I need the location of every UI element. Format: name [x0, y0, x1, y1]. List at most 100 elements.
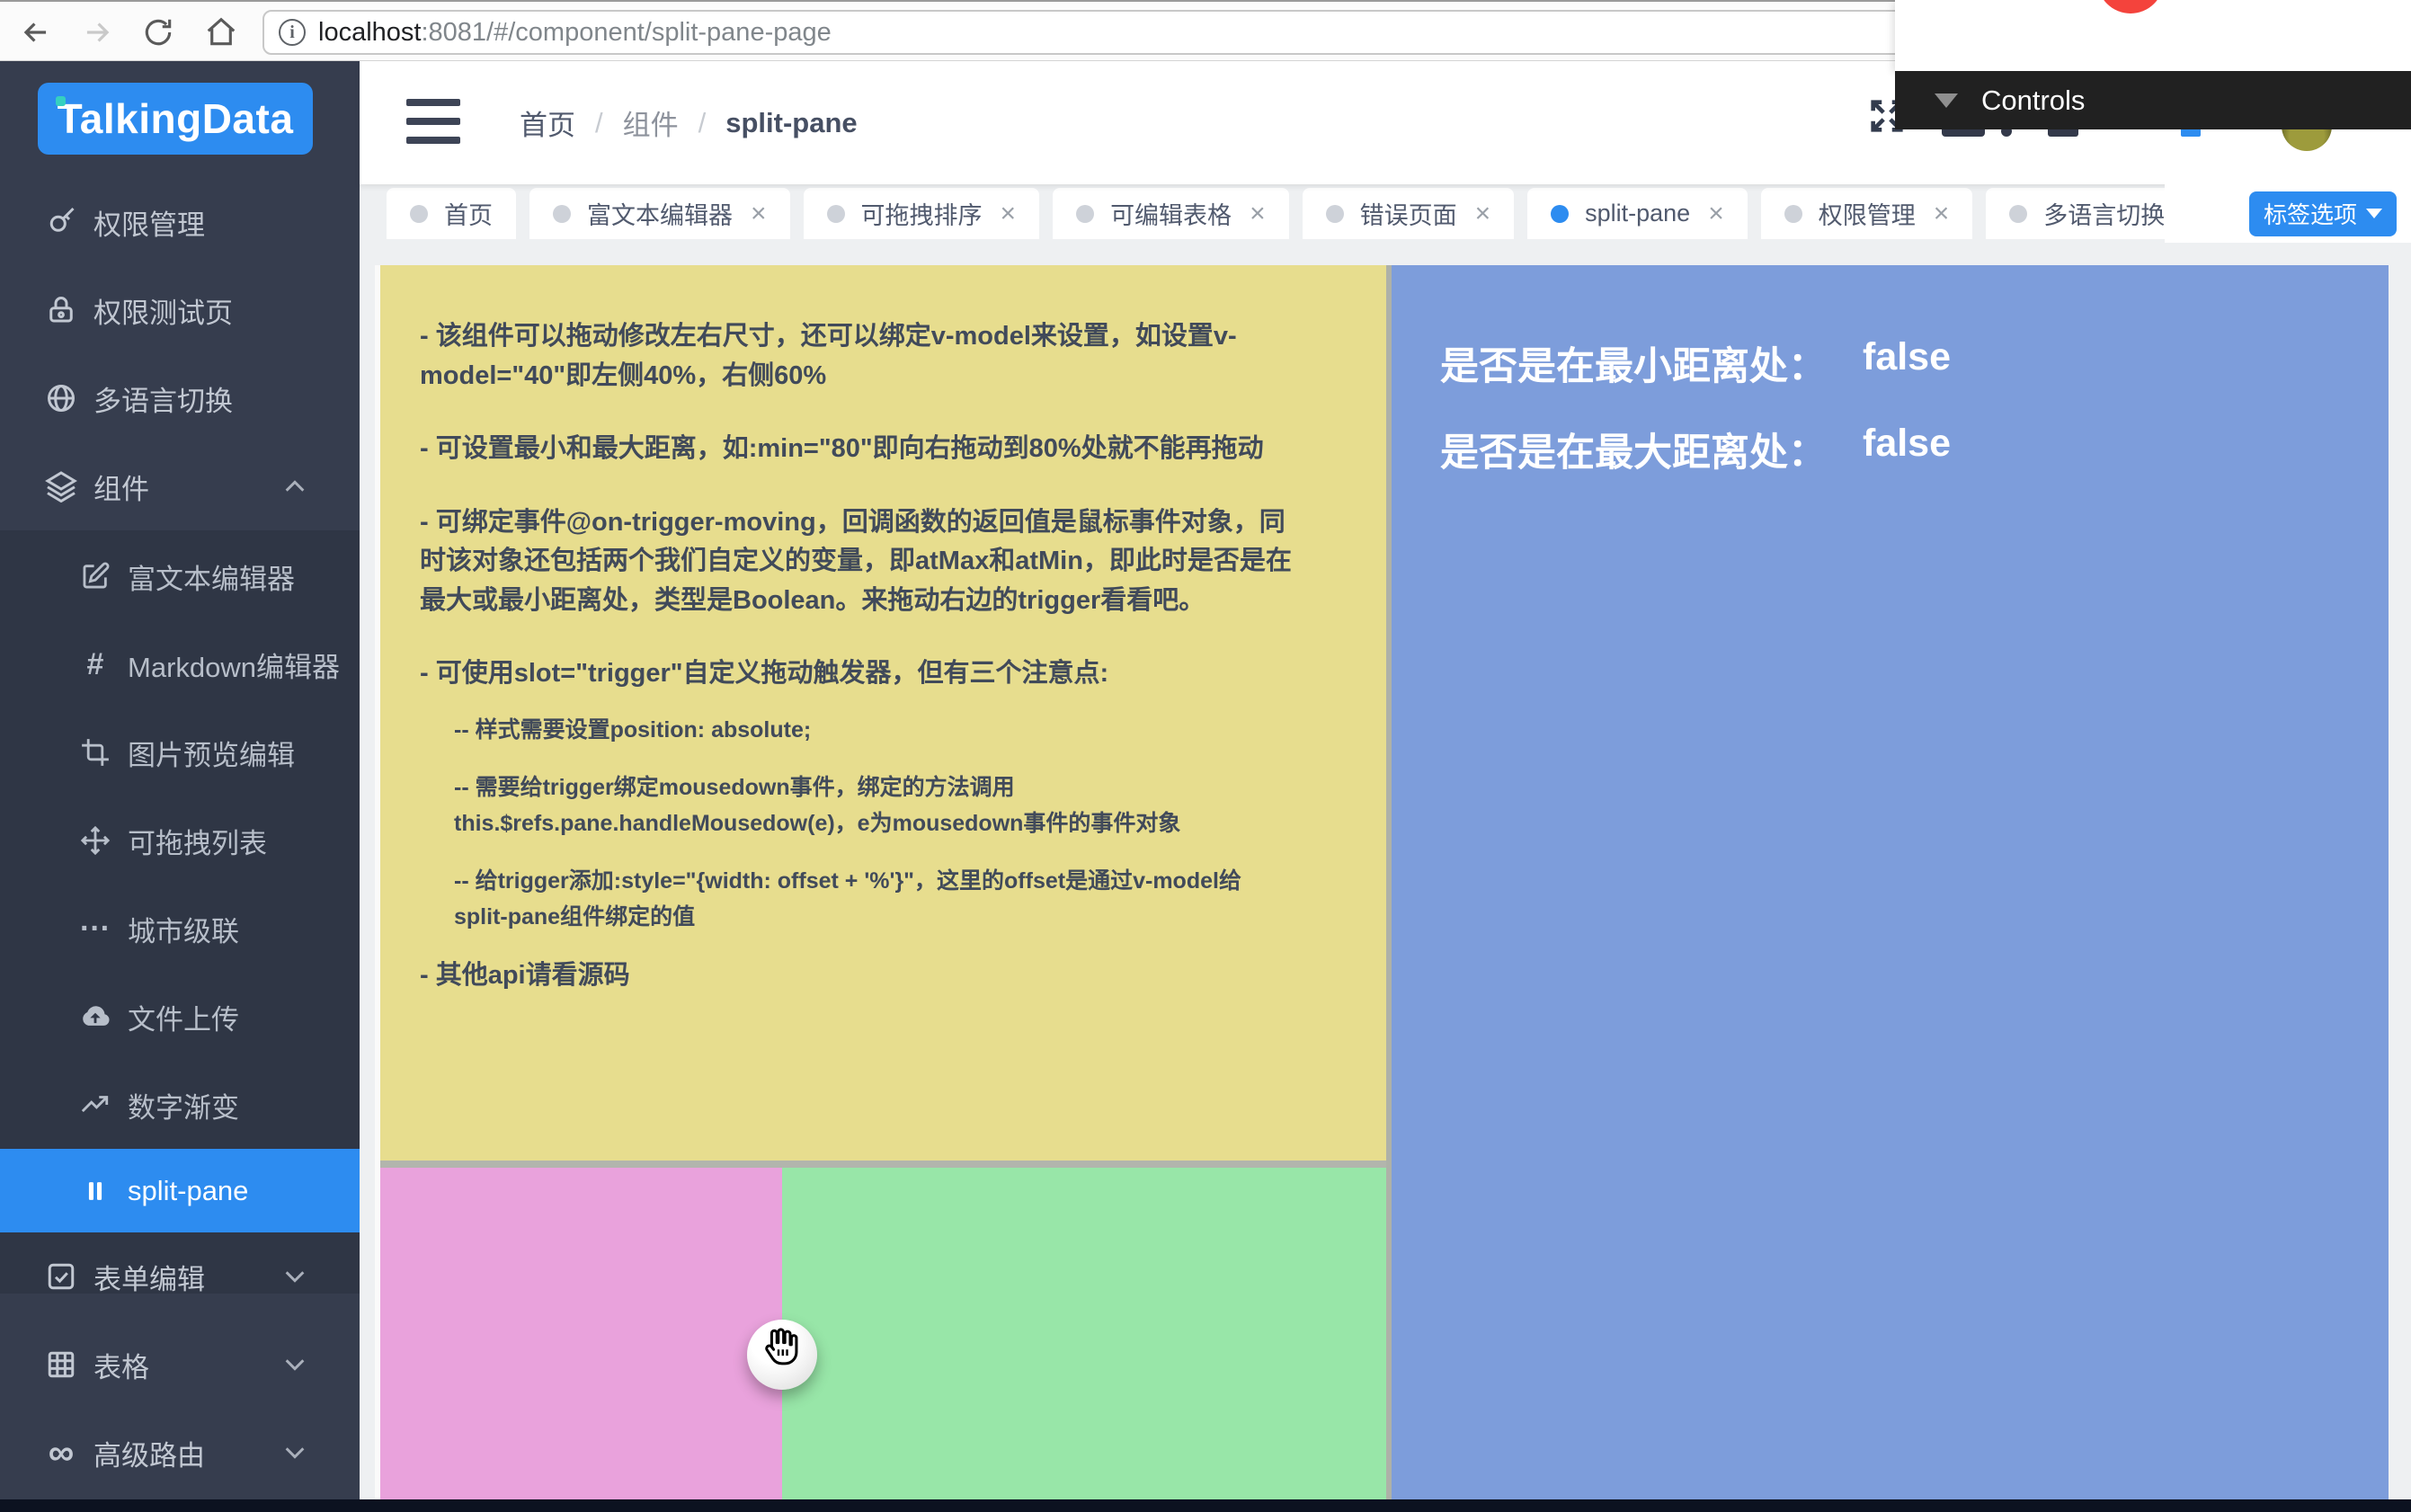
tag-options-block: 标签选项 — [2165, 184, 2411, 243]
split-pane-status-panel: 是否是在最小距离处： false 是否是在最大距离处： false — [1392, 265, 2389, 1499]
hash-icon: # — [86, 647, 104, 681]
tab-home[interactable]: 首页 — [387, 188, 516, 239]
sidebar-item-label: 图片预览编辑 — [128, 739, 295, 771]
sidebar-item-label: 富文本编辑器 — [128, 563, 295, 595]
record-button-icon[interactable] — [2097, 0, 2164, 13]
sidebar-item-draggable-list[interactable]: 可拖拽列表 — [0, 796, 360, 885]
move-icon — [77, 823, 113, 858]
sidebar-item-label: split-pane — [128, 1174, 249, 1206]
controls-caret-icon[interactable] — [1935, 93, 1958, 108]
sidebar-item-permission-management[interactable]: 权限管理 — [0, 178, 360, 266]
tag-options-button[interactable]: 标签选项 — [2249, 191, 2398, 236]
close-icon[interactable]: × — [1708, 200, 1724, 227]
description-sub-bullet: -- 需要给trigger绑定mousedown事件，绑定的方法调用 this.… — [454, 774, 1181, 836]
chevron-down-icon — [282, 1352, 307, 1377]
description-bullet: - 可绑定事件@on-trigger-moving，回调函数的返回值是鼠标事件对… — [420, 507, 1292, 615]
tab-dot-icon — [553, 204, 571, 223]
tab-dot-icon — [410, 204, 428, 223]
tab-label: 权限管理 — [1818, 202, 1916, 229]
bottom-edge-strip — [0, 1499, 2411, 1512]
status-at-min: 是否是在最小距离处： false — [1440, 335, 2389, 391]
tab-split-pane[interactable]: split-pane × — [1527, 188, 1748, 239]
browser-forward-icon[interactable] — [77, 13, 117, 52]
tab-dot-icon — [1325, 204, 1344, 223]
sidebar-item-split-pane[interactable]: split-pane — [0, 1149, 360, 1232]
browser-back-icon[interactable] — [16, 13, 56, 52]
browser-refresh-icon[interactable] — [138, 13, 178, 52]
sidebar-item-label: 组件 — [93, 473, 149, 505]
description-sub-bullet: -- 给trigger添加:style="{width: offset + '%… — [454, 867, 1241, 929]
recorder-controls-bar: Controls — [1895, 71, 2411, 129]
horizontal-split-trigger[interactable] — [380, 1161, 1386, 1168]
sidebar-item-permission-test[interactable]: 权限测试页 — [0, 266, 360, 354]
close-icon[interactable]: × — [1475, 200, 1491, 227]
description-sub-points: -- 样式需要设置position: absolute; -- 需要给trigg… — [454, 712, 1293, 935]
recorder-panel — [1895, 0, 2411, 71]
status-label: 是否是在最小距离处： — [1440, 345, 1827, 388]
sidebar-item-label: 可拖拽列表 — [128, 827, 267, 859]
pause-icon — [77, 1173, 113, 1209]
bottom-right-pane — [782, 1168, 1386, 1499]
sidebar-item-city-cascade[interactable]: ··· 城市级联 — [0, 885, 360, 973]
tab-dot-icon — [2009, 204, 2028, 223]
sidebar-item-image-preview-edit[interactable]: 图片预览编辑 — [0, 708, 360, 796]
chevron-up-icon — [282, 474, 307, 499]
sidebar-item-tables[interactable]: 表格 — [0, 1321, 360, 1409]
sidebar-item-label: Markdown编辑器 — [128, 651, 340, 683]
sidebar-item-language-switch[interactable]: 多语言切换 — [0, 354, 360, 442]
browser-home-icon[interactable] — [201, 13, 241, 52]
tab-label: 富文本编辑器 — [587, 202, 733, 229]
sidebar-item-label: 高级路由 — [93, 1439, 205, 1472]
sidebar-item-form-edit[interactable]: 表单编辑 — [0, 1232, 360, 1321]
tab-label: 多语言切换 — [2043, 202, 2166, 229]
controls-label: Controls — [1981, 84, 2086, 116]
status-at-max: 是否是在最大距离处： false — [1440, 422, 2389, 477]
app-logo-text: TalkingData — [55, 95, 294, 142]
tab-editable-table[interactable]: 可编辑表格 × — [1053, 188, 1289, 239]
url-bar[interactable]: i localhost:8081/#/component/split-pane-… — [262, 10, 1908, 55]
close-icon[interactable]: × — [1001, 200, 1017, 227]
logo-leaf-dot — [55, 96, 66, 106]
tab-permission-management[interactable]: 权限管理 × — [1760, 188, 1973, 239]
split-pane-description-panel: - 该组件可以拖动修改左右尺寸，还可以绑定v-model来设置，如设置v-mod… — [380, 265, 1386, 1161]
tab-dot-icon — [1076, 204, 1095, 223]
screen: i localhost:8081/#/component/split-pane-… — [0, 0, 2411, 1512]
sidebar-item-file-upload[interactable]: 文件上传 — [0, 973, 360, 1061]
app-logo[interactable]: TalkingData — [38, 83, 313, 155]
sidebar: TalkingData 权限管理 权限测试页 多语言切换 组件 富文本编辑器 #… — [0, 61, 360, 1499]
sidebar-item-markdown-editor[interactable]: # Markdown编辑器 — [0, 620, 360, 708]
tab-dot-icon — [826, 204, 845, 223]
sidebar-item-advanced-routing[interactable]: ∞ 高级路由 — [0, 1409, 360, 1497]
sidebar-item-number-gradient[interactable]: 数字渐变 — [0, 1061, 360, 1149]
status-value: false — [1863, 422, 1952, 465]
layers-icon — [43, 468, 79, 504]
trending-up-icon — [77, 1087, 113, 1123]
open-page-tabs: 首页 富文本编辑器 × 可拖拽排序 × 可编辑表格 × 错误页面 × split… — [360, 184, 2411, 243]
sidebar-item-rich-text-editor[interactable]: 富文本编辑器 — [0, 532, 360, 620]
close-icon[interactable]: × — [1250, 200, 1266, 227]
checkbox-icon — [43, 1259, 79, 1294]
ellipsis-icon: ··· — [80, 912, 111, 946]
sidebar-item-label: 权限测试页 — [93, 297, 233, 329]
tab-error-page[interactable]: 错误页面 × — [1302, 188, 1515, 239]
close-icon[interactable]: × — [751, 200, 767, 227]
infinity-icon: ∞ — [48, 1433, 75, 1472]
caret-down-icon — [2366, 209, 2383, 218]
page-info-icon[interactable]: i — [279, 19, 306, 46]
tab-draggable-sort[interactable]: 可拖拽排序 × — [803, 188, 1040, 239]
tab-label: split-pane — [1585, 200, 1691, 227]
sidebar-item-label: 城市级联 — [128, 915, 239, 947]
close-icon[interactable]: × — [1934, 200, 1950, 227]
breadcrumb-home[interactable]: 首页 — [520, 102, 575, 143]
tab-dot-icon — [1551, 204, 1570, 223]
description-bullet: - 可设置最小和最大距离，如:min="80"即向右拖动到80%处就不能再拖动 — [420, 434, 1264, 463]
tab-rich-text-editor[interactable]: 富文本编辑器 × — [529, 188, 790, 239]
tab-label: 可编辑表格 — [1110, 202, 1232, 229]
grid-icon — [43, 1347, 79, 1383]
chevron-down-icon — [282, 1264, 307, 1289]
tab-label: 首页 — [444, 202, 493, 229]
sidebar-item-components[interactable]: 组件 — [0, 442, 360, 530]
menu-toggle-icon[interactable] — [406, 99, 460, 144]
tab-label: 可拖拽排序 — [860, 202, 983, 229]
breadcrumb-components[interactable]: 组件 — [623, 102, 679, 143]
